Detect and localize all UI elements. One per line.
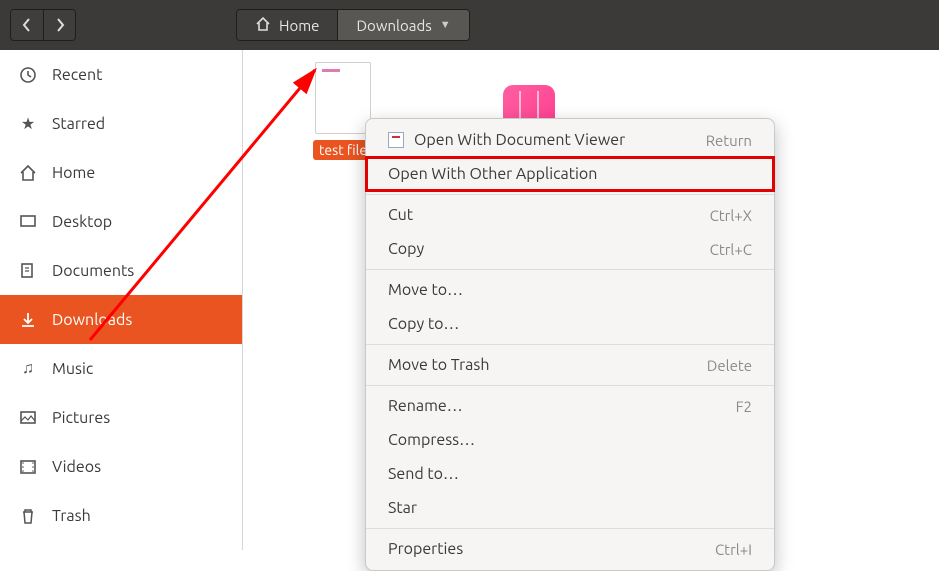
menu-item-open-with-document-viewer[interactable]: Open With Document Viewer Return xyxy=(366,123,774,157)
sidebar-item-label: Desktop xyxy=(52,213,112,231)
star-icon: ★ xyxy=(18,114,38,133)
menu-item-label: Compress… xyxy=(388,431,475,449)
sidebar-item-videos[interactable]: Videos xyxy=(0,442,242,491)
menu-item-label: Rename… xyxy=(388,397,463,415)
menu-item-label: Open With Document Viewer xyxy=(414,131,625,149)
menu-item-label: Move to… xyxy=(388,281,463,299)
documents-icon xyxy=(18,262,38,280)
menu-item-shortcut: Return xyxy=(706,132,752,149)
sidebar-item-label: Music xyxy=(52,360,93,378)
toolbar: Home Downloads ▼ xyxy=(0,0,939,50)
sidebar-item-label: Home xyxy=(52,164,95,182)
pictures-icon xyxy=(18,409,38,427)
sidebar-item-pictures[interactable]: Pictures xyxy=(0,393,242,442)
menu-item-label: Cut xyxy=(388,206,413,224)
menu-item-shortcut: Ctrl+I xyxy=(715,541,752,558)
menu-separator xyxy=(366,528,774,529)
menu-separator xyxy=(366,385,774,386)
sidebar-item-label: Trash xyxy=(52,507,91,525)
menu-item-shortcut: Delete xyxy=(707,357,752,374)
menu-item-move-to[interactable]: Move to… xyxy=(366,273,774,307)
file-thumbnail-icon xyxy=(315,62,371,134)
menu-item-label: Properties xyxy=(388,540,463,558)
sidebar-item-downloads[interactable]: Downloads xyxy=(0,295,242,344)
menu-item-star[interactable]: Star xyxy=(366,491,774,525)
menu-item-shortcut: Ctrl+X xyxy=(710,207,752,224)
home-icon xyxy=(18,164,38,182)
sidebar-item-recent[interactable]: Recent xyxy=(0,50,242,99)
sidebar-item-label: Videos xyxy=(52,458,101,476)
menu-item-properties[interactable]: Properties Ctrl+I xyxy=(366,532,774,566)
sidebar: Recent ★ Starred Home Desktop Documents … xyxy=(0,50,243,550)
menu-item-label: Copy xyxy=(388,240,424,258)
menu-separator xyxy=(366,269,774,270)
menu-item-compress[interactable]: Compress… xyxy=(366,423,774,457)
sidebar-item-music[interactable]: ♫ Music xyxy=(0,344,242,393)
clock-icon xyxy=(18,66,38,84)
sidebar-item-home[interactable]: Home xyxy=(0,148,242,197)
sidebar-item-label: Recent xyxy=(52,66,102,84)
menu-item-shortcut: Ctrl+C xyxy=(710,241,752,258)
sidebar-item-starred[interactable]: ★ Starred xyxy=(0,99,242,148)
context-menu: Open With Document Viewer Return Open Wi… xyxy=(365,118,775,571)
menu-item-label: Star xyxy=(388,499,417,517)
document-icon xyxy=(388,132,404,148)
sidebar-item-desktop[interactable]: Desktop xyxy=(0,197,242,246)
menu-item-cut[interactable]: Cut Ctrl+X xyxy=(366,198,774,232)
desktop-icon xyxy=(18,213,38,231)
menu-item-label: Copy to… xyxy=(388,315,459,333)
sidebar-item-label: Documents xyxy=(52,262,134,280)
sidebar-item-documents[interactable]: Documents xyxy=(0,246,242,295)
menu-item-label: Open With Other Application xyxy=(388,165,597,183)
menu-item-copy-to[interactable]: Copy to… xyxy=(366,307,774,341)
menu-separator xyxy=(366,194,774,195)
breadcrumb-label: Home xyxy=(279,17,319,34)
trash-icon xyxy=(18,507,38,525)
breadcrumb: Home Downloads ▼ xyxy=(236,9,470,41)
sidebar-item-label: Starred xyxy=(52,115,105,133)
videos-icon xyxy=(18,458,38,476)
sidebar-item-label: Downloads xyxy=(52,311,132,329)
sidebar-item-trash[interactable]: Trash xyxy=(0,491,242,540)
menu-item-label: Send to… xyxy=(388,465,459,483)
menu-item-shortcut: F2 xyxy=(736,398,752,415)
breadcrumb-label: Downloads xyxy=(356,17,431,34)
download-icon xyxy=(18,311,38,329)
menu-item-label: Move to Trash xyxy=(388,356,490,374)
breadcrumb-home[interactable]: Home xyxy=(237,10,337,40)
nav-buttons xyxy=(10,9,76,41)
menu-separator xyxy=(366,344,774,345)
menu-item-open-with-other-application[interactable]: Open With Other Application xyxy=(366,157,774,191)
menu-item-send-to[interactable]: Send to… xyxy=(366,457,774,491)
music-icon: ♫ xyxy=(18,359,38,378)
back-button[interactable] xyxy=(11,10,43,40)
menu-item-move-to-trash[interactable]: Move to Trash Delete xyxy=(366,348,774,382)
menu-item-rename[interactable]: Rename… F2 xyxy=(366,389,774,423)
menu-item-copy[interactable]: Copy Ctrl+C xyxy=(366,232,774,266)
sidebar-item-label: Pictures xyxy=(52,409,110,427)
home-icon xyxy=(255,16,271,35)
forward-button[interactable] xyxy=(43,10,75,40)
breadcrumb-downloads[interactable]: Downloads ▼ xyxy=(337,10,468,40)
chevron-down-icon: ▼ xyxy=(440,19,451,31)
